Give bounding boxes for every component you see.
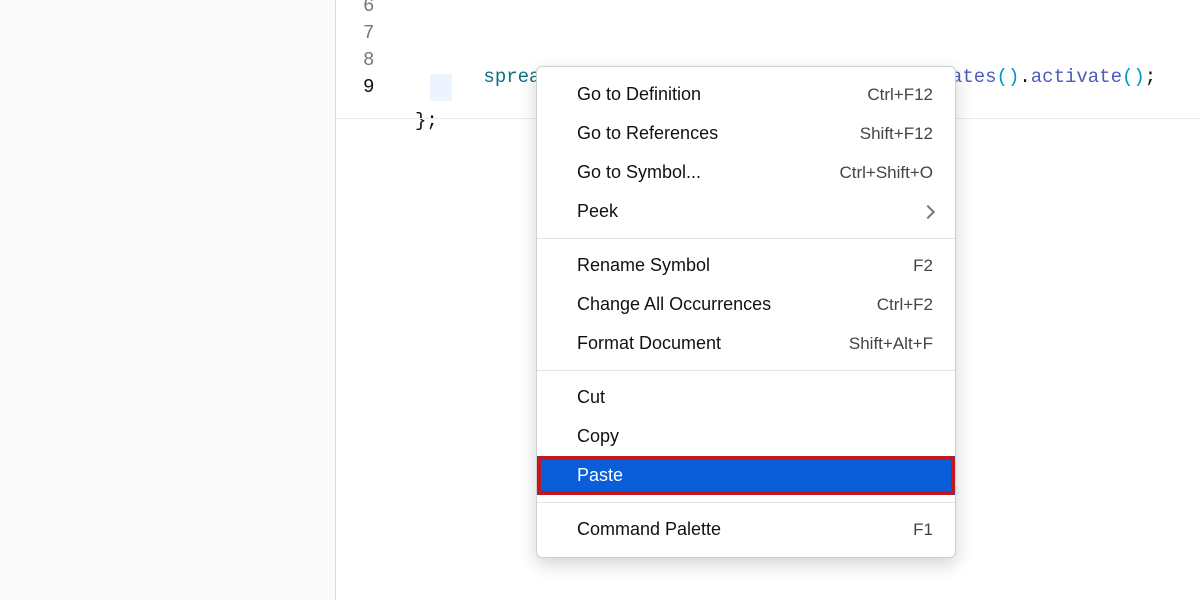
menu-item-label: Go to Symbol... [577,162,839,183]
menu-item-shortcut: F1 [913,520,933,540]
line-number: 7 [363,20,374,47]
menu-item-shortcut: Shift+Alt+F [849,334,933,354]
line-number: 6 [363,0,374,20]
chevron-right-icon [921,204,935,218]
menu-item-rename[interactable]: Rename SymbolF2 [537,246,955,285]
editor-vertical-divider [335,0,336,600]
menu-item-shortcut: Ctrl+F2 [877,295,933,315]
menu-item-label: Change All Occurrences [577,294,877,315]
menu-item-label: Format Document [577,333,849,354]
menu-item-label: Paste [577,465,933,486]
menu-item-label: Go to References [577,123,860,144]
menu-item-go-def[interactable]: Go to DefinitionCtrl+F12 [537,75,955,114]
menu-item-shortcut: Ctrl+F12 [867,85,933,105]
menu-item-label: Cut [577,387,933,408]
line-number-gutter: 6789 [363,0,374,101]
menu-item-shortcut: Shift+F12 [860,124,933,144]
menu-separator [537,370,955,371]
menu-separator [537,238,955,239]
menu-item-format[interactable]: Format DocumentShift+Alt+F [537,324,955,363]
menu-item-cmd-pal[interactable]: Command PaletteF1 [537,510,955,549]
menu-item-copy[interactable]: Copy [537,417,955,456]
menu-item-peek[interactable]: Peek [537,192,955,231]
token-function: activate [1031,66,1122,88]
line-number: 9 [363,74,374,101]
editor-left-margin [0,0,336,600]
line-number: 8 [363,47,374,74]
editor-root: 6789 spreadsheet.getActiveRange().remove… [0,0,1200,600]
menu-item-label: Command Palette [577,519,913,540]
menu-item-go-ref[interactable]: Go to ReferencesShift+F12 [537,114,955,153]
code-line-6: spreadsheet.getActiveRange().removeDupli… [415,37,1200,64]
menu-separator [537,502,955,503]
menu-item-shortcut: F2 [913,256,933,276]
menu-item-cut[interactable]: Cut [537,378,955,417]
editor-context-menu: Go to DefinitionCtrl+F12Go to References… [536,66,956,558]
menu-item-label: Rename Symbol [577,255,913,276]
menu-item-shortcut: Ctrl+Shift+O [839,163,933,183]
menu-item-label: Go to Definition [577,84,867,105]
menu-item-go-sym[interactable]: Go to Symbol...Ctrl+Shift+O [537,153,955,192]
menu-item-label: Copy [577,426,933,447]
menu-item-change-all[interactable]: Change All OccurrencesCtrl+F2 [537,285,955,324]
menu-item-paste[interactable]: Paste [537,456,955,495]
menu-item-label: Peek [577,201,915,222]
